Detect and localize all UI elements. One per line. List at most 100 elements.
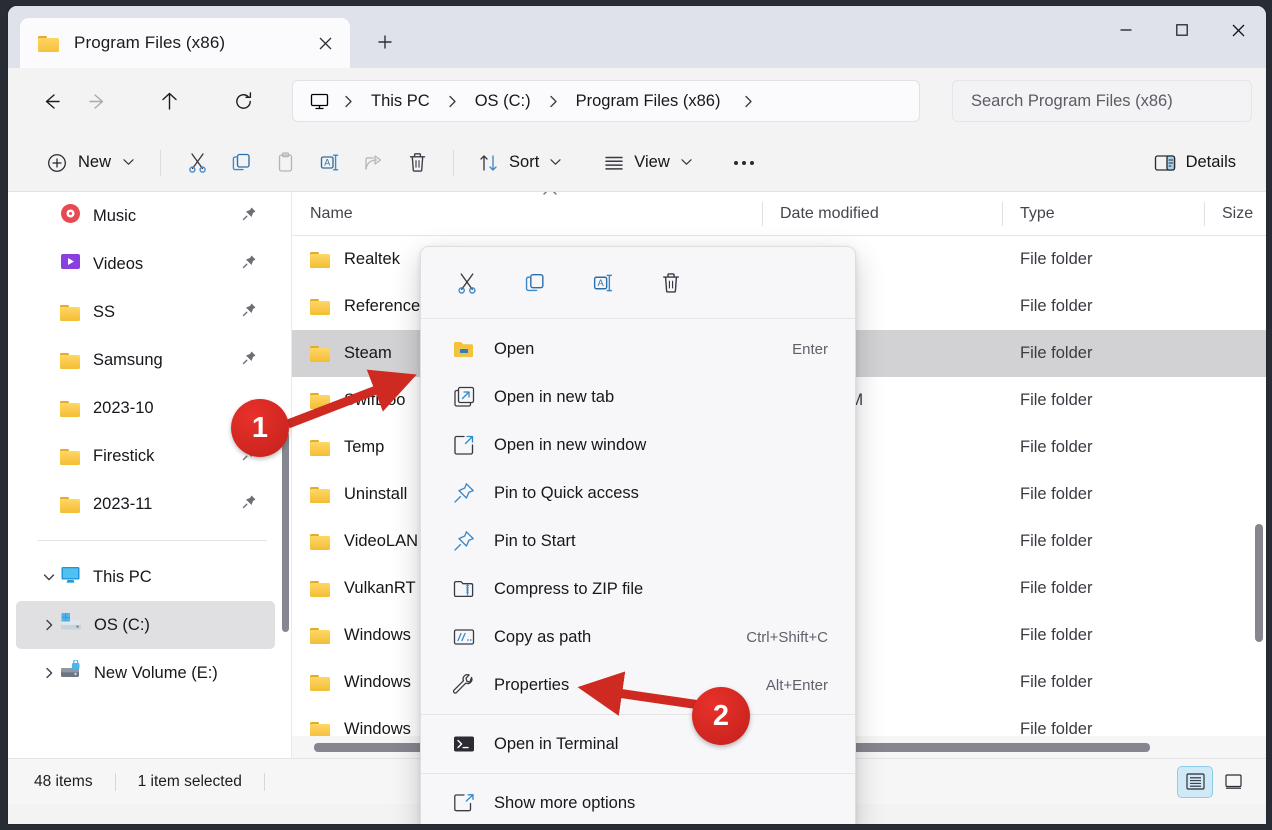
folder-icon xyxy=(310,533,331,550)
scissors-icon[interactable] xyxy=(175,144,219,182)
column-header-date-modified[interactable]: Date modified xyxy=(762,192,1002,236)
sidebar-item-new-volume-e[interactable]: New Volume (E:) xyxy=(16,649,275,697)
folder-open-icon xyxy=(452,340,476,359)
chevron-down-icon[interactable] xyxy=(38,553,60,601)
pin-icon[interactable] xyxy=(242,206,257,226)
rename-icon[interactable]: A xyxy=(581,263,625,303)
sidebar-item-ss[interactable]: SS xyxy=(16,288,275,336)
chevron-right-icon[interactable] xyxy=(38,649,60,697)
details-pane-icon xyxy=(1154,154,1175,171)
plus-circle-icon xyxy=(48,153,66,172)
divider xyxy=(421,714,855,715)
file-size-cell xyxy=(1204,424,1266,471)
sidebar-item-label: New Volume (E:) xyxy=(94,663,218,682)
sidebar-item-videos[interactable]: Videos xyxy=(16,240,275,288)
selection-status: 1 item selected xyxy=(137,772,242,790)
breadcrumb[interactable]: This PC OS (C:) Program Files (x86) xyxy=(292,80,920,122)
sidebar-item-label: OS (C:) xyxy=(94,615,150,634)
annotation-marker-2: 2 xyxy=(692,687,750,745)
trash-icon[interactable] xyxy=(649,263,693,303)
close-icon[interactable] xyxy=(310,28,340,58)
command-bar: New A Sort View Details xyxy=(8,134,1266,192)
menu-item-properties[interactable]: Properties Alt+Enter xyxy=(426,661,850,709)
sidebar-item-samsung[interactable]: Samsung xyxy=(16,336,275,384)
chevron-right-icon[interactable] xyxy=(38,601,60,649)
this-pc-icon xyxy=(60,564,81,590)
clipboard-paste-icon xyxy=(263,144,307,182)
menu-item-open-in-terminal[interactable]: Open in Terminal xyxy=(426,720,850,768)
copy-icon[interactable] xyxy=(219,144,263,182)
file-size-cell xyxy=(1204,471,1266,518)
chevron-down-icon xyxy=(550,157,561,169)
view-label: View xyxy=(634,153,670,171)
folder-icon xyxy=(38,34,60,52)
scissors-icon[interactable] xyxy=(445,263,489,303)
plus-icon[interactable] xyxy=(368,25,402,59)
view-button[interactable]: View xyxy=(593,144,701,182)
menu-item-pin-to-quick-access[interactable]: Pin to Quick access xyxy=(426,469,850,517)
drive-windows-icon xyxy=(60,612,82,638)
annotation-marker-1: 1 xyxy=(231,399,289,457)
breadcrumb-os-c[interactable]: OS (C:) xyxy=(465,88,541,115)
file-type-cell: File folder xyxy=(1020,579,1093,597)
details-pane-button[interactable]: Details xyxy=(1143,144,1246,182)
breadcrumb-this-pc[interactable]: This PC xyxy=(361,88,440,115)
sort-button[interactable]: Sort xyxy=(468,144,571,182)
menu-item-open-in-new-window[interactable]: Open in new window xyxy=(426,421,850,469)
navigation-pane-scrollbar[interactable] xyxy=(282,432,289,632)
tab-label: Program Files (x86) xyxy=(74,33,226,52)
menu-item-pin-to-start[interactable]: Pin to Start xyxy=(426,517,850,565)
divider xyxy=(453,149,455,176)
menu-item-open-in-new-tab[interactable]: Open in new tab xyxy=(426,373,850,421)
close-icon[interactable] xyxy=(1210,6,1266,54)
column-header-name[interactable]: Name xyxy=(292,192,762,236)
this-pc-monitor-icon[interactable] xyxy=(305,91,336,112)
file-size-cell xyxy=(1204,236,1266,283)
column-headers: Name Date modified Type Size xyxy=(292,192,1266,236)
new-button[interactable]: New xyxy=(34,144,146,182)
more-options-icon xyxy=(452,793,476,813)
file-type-cell: File folder xyxy=(1020,250,1093,268)
search-input[interactable]: Search Program Files (x86) xyxy=(952,80,1252,122)
menu-item-compress-to-zip-file[interactable]: Compress to ZIP file xyxy=(426,565,850,613)
sidebar-item-music[interactable]: Music xyxy=(16,192,275,240)
see-more-icon[interactable] xyxy=(722,144,766,182)
refresh-icon[interactable] xyxy=(222,80,264,122)
pin-icon[interactable] xyxy=(242,302,257,322)
sidebar-item-label: 2023-10 xyxy=(93,398,154,417)
minimize-icon[interactable] xyxy=(1098,6,1154,54)
chevron-right-icon xyxy=(543,95,564,108)
pin-icon[interactable] xyxy=(242,494,257,514)
details-view-icon[interactable] xyxy=(1177,765,1213,798)
menu-item-copy-as-path[interactable]: Copy as path Ctrl+Shift+C xyxy=(426,613,850,661)
breadcrumb-program-files-x86[interactable]: Program Files (x86) xyxy=(566,88,731,115)
sidebar-item-2023-11[interactable]: 2023-11 xyxy=(16,480,275,528)
file-size-cell xyxy=(1204,330,1266,377)
column-header-size[interactable]: Size xyxy=(1204,192,1266,236)
large-icons-view-icon[interactable] xyxy=(1216,767,1250,797)
menu-item-show-more-options[interactable]: Show more options xyxy=(426,779,850,824)
navigation-pane: Music Videos SS Samsung 2023-10 Firestic… xyxy=(8,192,291,758)
sidebar-item-os-c[interactable]: OS (C:) xyxy=(16,601,275,649)
folder-icon xyxy=(310,627,331,644)
maximize-icon[interactable] xyxy=(1154,6,1210,54)
pin-icon[interactable] xyxy=(242,350,257,370)
trash-icon[interactable] xyxy=(395,144,439,182)
up-arrow-icon[interactable] xyxy=(148,80,190,122)
sidebar-item-label: 2023-11 xyxy=(93,494,153,513)
sidebar-item-label: Music xyxy=(93,206,137,225)
folder-icon xyxy=(310,345,331,362)
pin-icon[interactable] xyxy=(242,254,257,274)
folder-icon xyxy=(310,439,331,456)
chevron-right-icon[interactable] xyxy=(738,95,759,108)
copy-icon[interactable] xyxy=(513,263,557,303)
rename-icon[interactable]: A xyxy=(307,144,351,182)
title-bar: Program Files (x86) xyxy=(8,6,1266,68)
sidebar-item-this-pc[interactable]: This PC xyxy=(16,553,275,601)
tab-program-files-x86[interactable]: Program Files (x86) xyxy=(20,18,350,68)
column-header-type[interactable]: Type xyxy=(1002,192,1204,236)
file-list-vertical-scrollbar[interactable] xyxy=(1255,524,1263,642)
item-count: 48 items xyxy=(34,772,93,790)
menu-item-open[interactable]: Open Enter xyxy=(426,325,850,373)
back-arrow-icon[interactable] xyxy=(30,80,72,122)
